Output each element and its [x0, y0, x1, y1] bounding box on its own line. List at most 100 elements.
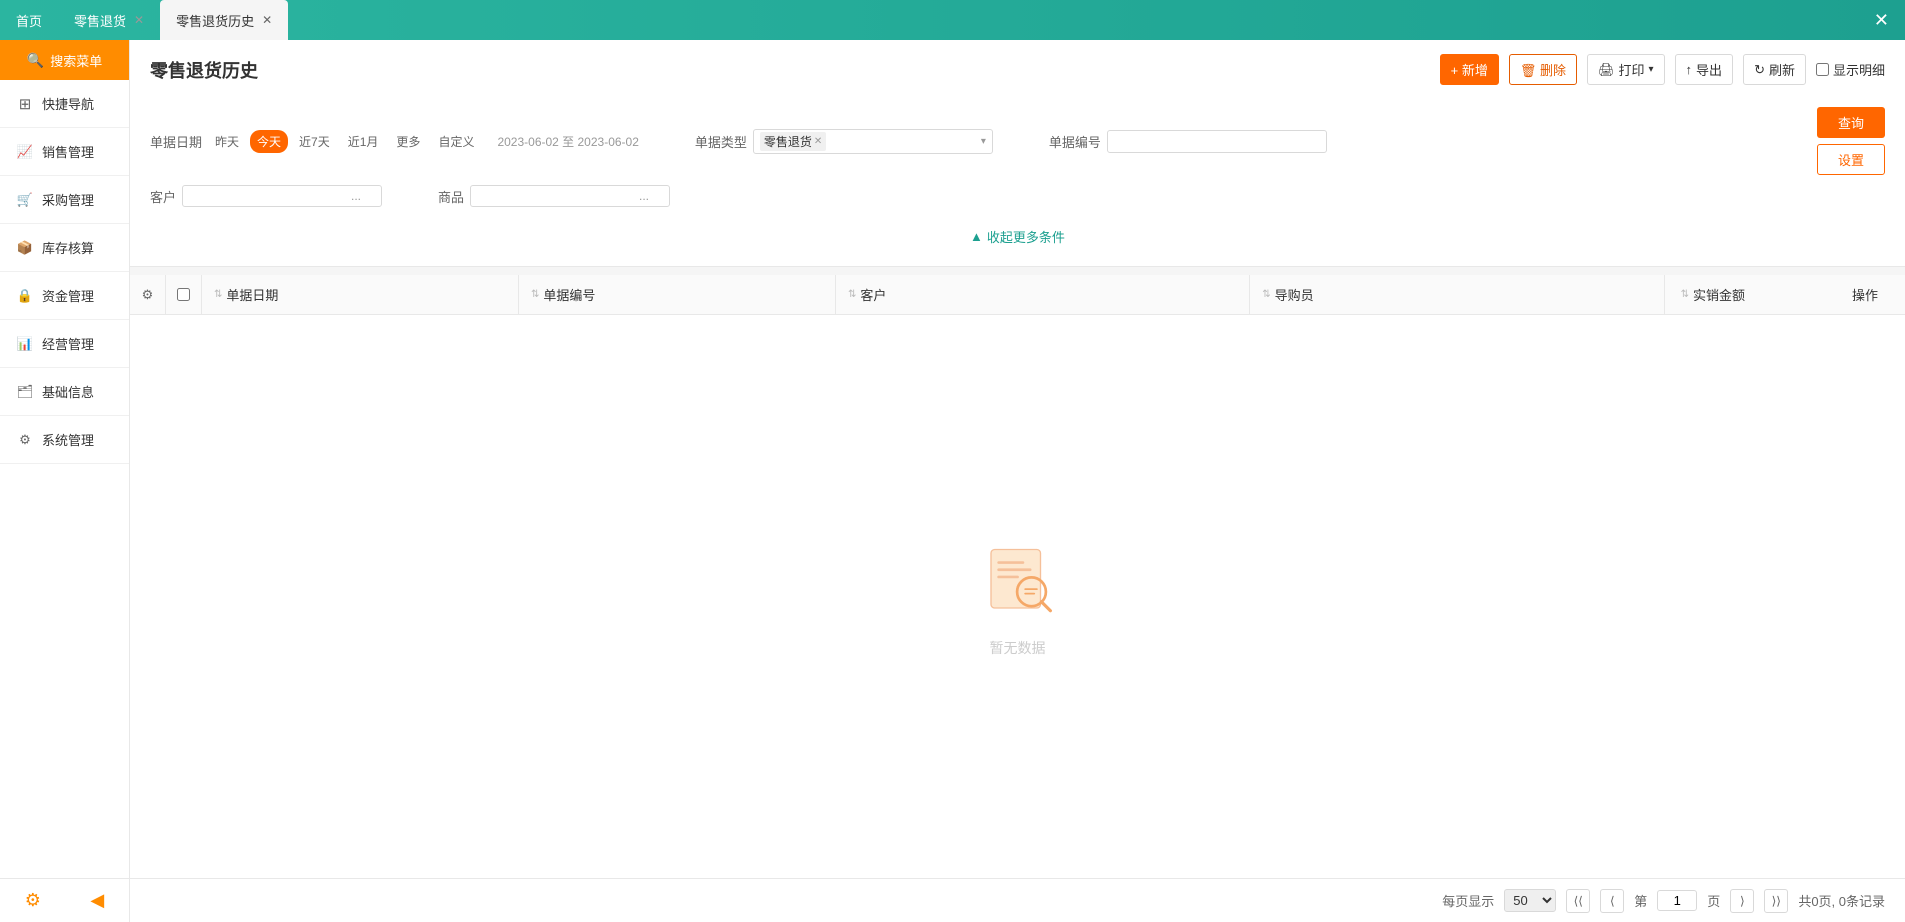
th-amount-label: 实销金额 [1693, 285, 1745, 304]
th-customer-sort-icon[interactable]: ⇅ [848, 289, 856, 300]
empty-icon [973, 536, 1063, 626]
th-doc-num-label: 单据编号 [543, 285, 595, 304]
basic-info-icon: 🗂 [16, 383, 34, 401]
tab-retail-return-history-close[interactable]: ✕ [262, 13, 272, 27]
toolbar: + 新增 🗑 删除 🖨 打印 ▾ ↑ 导出 ↻ 刷新 [1440, 54, 1885, 85]
first-page-button[interactable]: ⟨⟨ [1566, 889, 1590, 913]
th-doc-num: ⇅ 单据编号 [519, 275, 836, 314]
tab-retail-return-label: 零售退货 [74, 11, 126, 30]
inventory-icon: 📦 [16, 239, 34, 257]
select-all-checkbox[interactable] [177, 288, 190, 301]
collapse-filter-button[interactable]: ▲ 收起更多条件 [970, 223, 1065, 256]
print-button[interactable]: 🖨 打印 ▾ [1587, 54, 1665, 85]
refresh-icon: ↻ [1754, 62, 1765, 78]
th-amount-area: ⇅ 实销金额 [1665, 285, 1825, 304]
filter-settings-button[interactable]: 设置 [1817, 144, 1885, 175]
refresh-button[interactable]: ↻ 刷新 [1743, 54, 1806, 85]
th-column-settings[interactable]: ⚙ [130, 275, 166, 314]
th-ops-label: 操作 [1852, 285, 1878, 304]
last-page-button[interactable]: ⟩⟩ [1764, 889, 1788, 913]
th-guide-sort-icon[interactable]: ⇅ [1262, 289, 1270, 300]
doc-num-label: 单据编号 [1049, 132, 1101, 151]
date-btn-7days[interactable]: 近7天 [292, 130, 337, 153]
customer-filter-item: 客户 ... [150, 185, 382, 207]
page-size-select[interactable]: 20 50 100 200 [1504, 889, 1556, 912]
th-doc-date-label: 单据日期 [226, 285, 278, 304]
page-header: 零售退货历史 + 新增 🗑 删除 🖨 打印 ▾ ↑ 导出 ↻ [130, 40, 1905, 267]
date-btn-custom[interactable]: 自定义 [431, 130, 481, 153]
doc-type-filter-item: 单据类型 零售退货 ✕ ▾ [695, 129, 993, 154]
empty-text: 暂无数据 [990, 638, 1046, 658]
export-button[interactable]: ↑ 导出 [1675, 54, 1734, 85]
delete-button[interactable]: 🗑 删除 [1509, 54, 1577, 85]
doc-type-dropdown-icon: ▾ [981, 136, 986, 147]
sidebar-item-sales[interactable]: 📈 销售管理 [0, 128, 129, 176]
th-guide-label: 导购员 [1275, 285, 1314, 304]
show-detail-checkbox-label[interactable]: 显示明细 [1816, 60, 1885, 79]
th-doc-date: ⇅ 单据日期 [202, 275, 519, 314]
show-detail-label: 显示明细 [1833, 60, 1885, 79]
date-range-item: 2023-06-02 至 2023-06-02 [497, 133, 638, 150]
th-select-all[interactable] [166, 275, 202, 314]
page-unit: 页 [1707, 891, 1720, 910]
sidebar-item-operations[interactable]: 📊 经营管理 [0, 320, 129, 368]
sidebar-item-finance-label: 资金管理 [42, 286, 94, 305]
sidebar-item-purchase[interactable]: 🛒 采购管理 [0, 176, 129, 224]
sidebar-item-system[interactable]: ⚙ 系统管理 [0, 416, 129, 464]
operations-icon: 📊 [16, 335, 34, 353]
tab-bar: 首页 零售退货 ✕ 零售退货历史 ✕ [0, 0, 1858, 40]
goods-filter-item: 商品 ... [438, 185, 670, 207]
sidebar: 🔍 搜索菜单 ⊞ 快捷导航 📈 销售管理 🛒 采购管理 📦 库存核算 🔒 [0, 40, 130, 922]
sidebar-bottom: ⚙ ◀ [0, 878, 129, 922]
page-title: 零售退货历史 [150, 57, 258, 83]
print-icon: 🖨 [1598, 62, 1615, 78]
date-filter-label: 单据日期 [150, 132, 202, 151]
sidebar-item-inventory[interactable]: 📦 库存核算 [0, 224, 129, 272]
purchase-icon: 🛒 [16, 191, 34, 209]
goods-label: 商品 [438, 187, 464, 206]
doc-num-input[interactable] [1107, 130, 1327, 153]
new-button[interactable]: + 新增 [1440, 54, 1499, 85]
close-window-button[interactable]: ✕ [1874, 10, 1889, 31]
sidebar-item-quick-nav-label: 快捷导航 [42, 94, 94, 113]
filter-row-2: 客户 ... 商品 ... [150, 185, 1885, 256]
tab-home[interactable]: 首页 [0, 0, 58, 40]
settings-bottom-icon[interactable]: ⚙ [25, 890, 41, 911]
next-page-button[interactable]: ⟩ [1730, 889, 1754, 913]
sidebar-item-basic-info[interactable]: 🗂 基础信息 [0, 368, 129, 416]
show-detail-checkbox[interactable] [1816, 63, 1829, 76]
page-size-label: 每页显示 [1442, 891, 1494, 910]
prev-page-button[interactable]: ⟨ [1600, 889, 1624, 913]
th-doc-date-sort-icon[interactable]: ⇅ [214, 289, 222, 300]
collapse-sidebar-icon[interactable]: ◀ [90, 890, 104, 911]
table-container: ⚙ ⇅ 单据日期 ⇅ 单据编号 ⇅ 客户 ⇅ 导购员 [130, 275, 1905, 878]
date-btn-yesterday[interactable]: 昨天 [208, 130, 246, 153]
date-btn-today[interactable]: 今天 [250, 130, 288, 153]
doc-type-label: 单据类型 [695, 132, 747, 151]
export-label: 导出 [1696, 60, 1722, 79]
date-btn-1month[interactable]: 近1月 [341, 130, 386, 153]
th-doc-num-sort-icon[interactable]: ⇅ [531, 289, 539, 300]
sidebar-search[interactable]: 🔍 搜索菜单 [0, 40, 129, 80]
sidebar-item-quick-nav[interactable]: ⊞ 快捷导航 [0, 80, 129, 128]
sidebar-item-purchase-label: 采购管理 [42, 190, 94, 209]
tab-retail-return-history[interactable]: 零售退货历史 ✕ [160, 0, 288, 40]
doc-type-tag-close[interactable]: ✕ [814, 136, 822, 147]
tab-retail-return[interactable]: 零售退货 ✕ [58, 0, 160, 40]
sidebar-item-operations-label: 经营管理 [42, 334, 94, 353]
query-button[interactable]: 查询 [1817, 107, 1885, 138]
date-btn-more[interactable]: 更多 [389, 130, 427, 153]
total-info: 共0页, 0条记录 [1798, 891, 1885, 910]
goods-select[interactable]: ... [470, 185, 670, 207]
top-bar: 首页 零售退货 ✕ 零售退货历史 ✕ ✕ [0, 0, 1905, 40]
sidebar-item-finance[interactable]: 🔒 资金管理 [0, 272, 129, 320]
sidebar-item-inventory-label: 库存核算 [42, 238, 94, 257]
tab-retail-return-close[interactable]: ✕ [134, 13, 144, 27]
page-number-input[interactable] [1657, 890, 1697, 911]
th-amount-sort-icon[interactable]: ⇅ [1681, 289, 1689, 300]
customer-select[interactable]: ... [182, 185, 382, 207]
th-customer-label: 客户 [860, 285, 886, 304]
date-filter-options: 昨天 今天 近7天 近1月 更多 自定义 [208, 130, 481, 153]
page-label: 第 [1634, 891, 1647, 910]
doc-type-select[interactable]: 零售退货 ✕ ▾ [753, 129, 993, 154]
